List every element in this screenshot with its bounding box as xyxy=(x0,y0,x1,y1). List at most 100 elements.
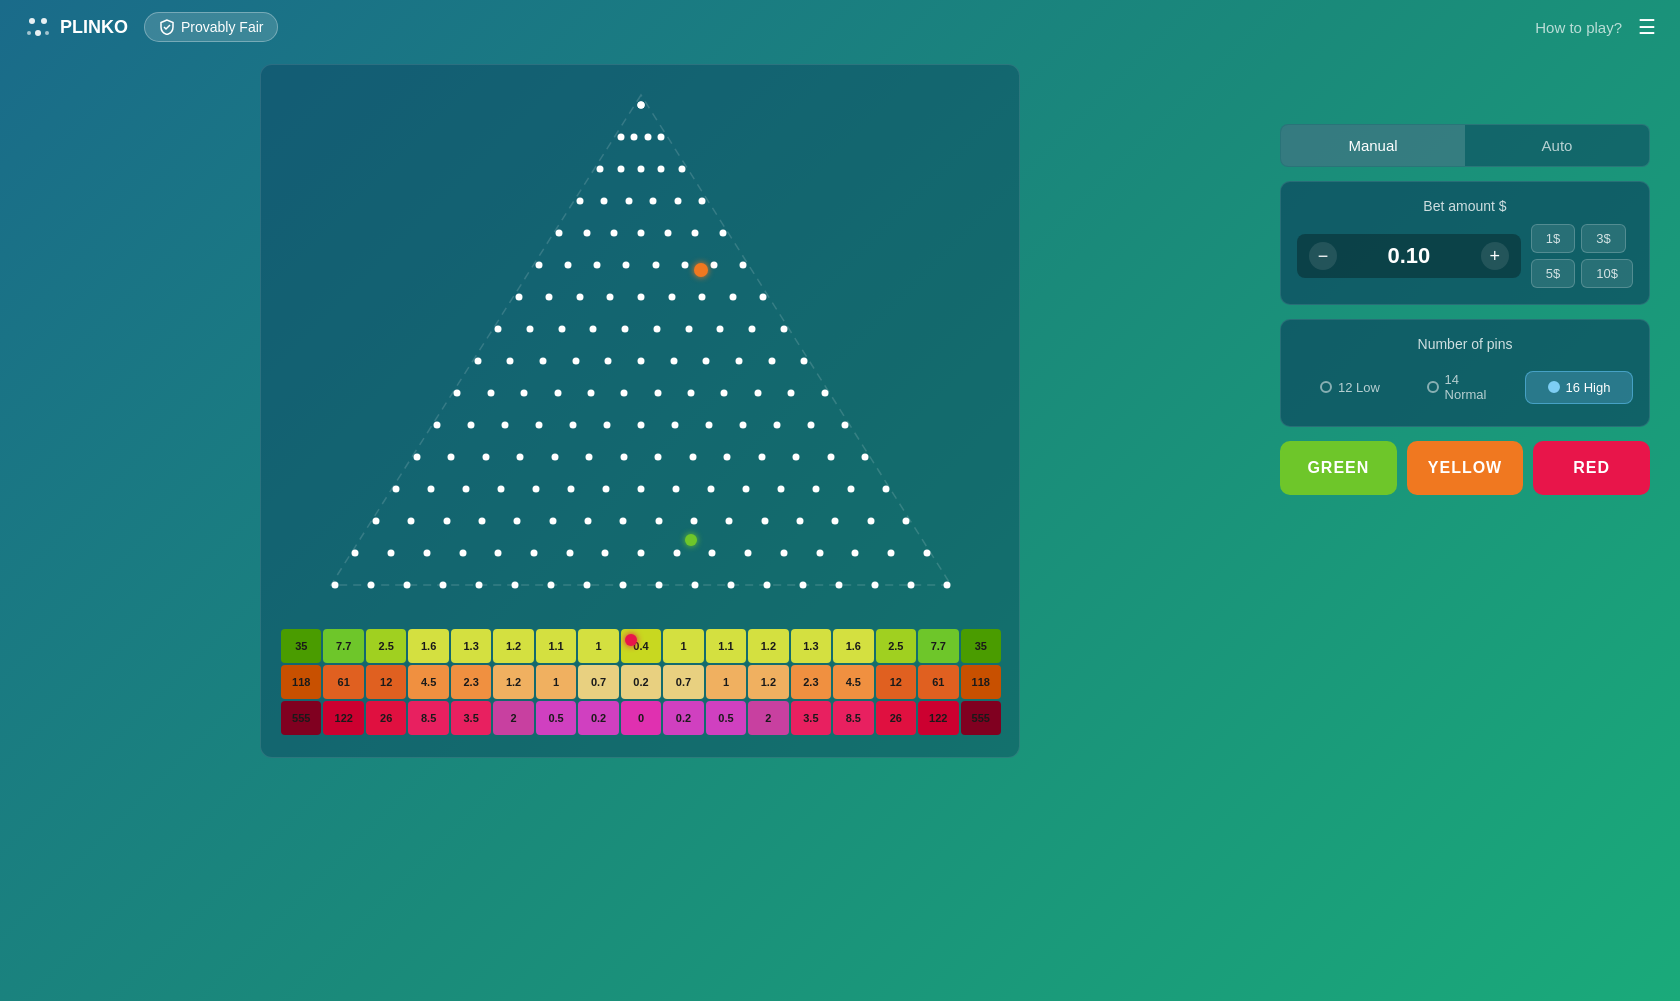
preset-5-button[interactable]: 5$ xyxy=(1531,259,1575,288)
red-score-cell[interactable]: 0 xyxy=(621,701,661,735)
how-to-play-link[interactable]: How to play? xyxy=(1535,19,1622,36)
tab-manual[interactable]: Manual xyxy=(1281,125,1465,166)
pin-dot xyxy=(623,262,630,269)
pin-dot xyxy=(388,550,395,557)
red-score-cell[interactable]: 555 xyxy=(961,701,1001,735)
logo-icon xyxy=(24,13,52,41)
pin-dot xyxy=(546,294,553,301)
yellow-score-cell[interactable]: 1 xyxy=(536,665,576,699)
green-score-cell[interactable]: 1 xyxy=(663,629,703,663)
pin-dot xyxy=(584,518,591,525)
pin-dot xyxy=(764,582,771,589)
yellow-score-cell[interactable]: 61 xyxy=(918,665,958,699)
green-score-cell[interactable]: 1 xyxy=(578,629,618,663)
pin-dot xyxy=(638,486,645,493)
pin-dot xyxy=(801,358,808,365)
pin-dot xyxy=(638,102,645,109)
yellow-score-cell[interactable]: 118 xyxy=(961,665,1001,699)
pin-dot xyxy=(719,230,726,237)
pin-dot xyxy=(572,358,579,365)
yellow-button[interactable]: YELLOW xyxy=(1407,441,1524,495)
pin-dot xyxy=(842,422,849,429)
red-score-cell[interactable]: 3.5 xyxy=(451,701,491,735)
red-score-cell[interactable]: 26 xyxy=(876,701,916,735)
preset-1-button[interactable]: 1$ xyxy=(1531,224,1575,253)
pin-dot xyxy=(454,390,461,397)
pin-dot xyxy=(556,230,563,237)
green-score-cell[interactable]: 1.3 xyxy=(791,629,831,663)
tab-auto[interactable]: Auto xyxy=(1465,125,1649,166)
green-score-cell[interactable]: 1.2 xyxy=(748,629,788,663)
red-score-cell[interactable]: 122 xyxy=(918,701,958,735)
yellow-score-cell[interactable]: 0.7 xyxy=(663,665,703,699)
pin-dot xyxy=(758,454,765,461)
green-score-cell[interactable]: 1.6 xyxy=(408,629,448,663)
yellow-score-cell[interactable]: 61 xyxy=(323,665,363,699)
red-score-cell[interactable]: 8.5 xyxy=(408,701,448,735)
red-score-cell[interactable]: 3.5 xyxy=(791,701,831,735)
pins-14-normal[interactable]: 14 Normal xyxy=(1411,364,1517,410)
red-score-cell[interactable]: 0.2 xyxy=(578,701,618,735)
pin-dot xyxy=(448,454,455,461)
pin-dot xyxy=(742,486,749,493)
green-score-cell[interactable]: 1.3 xyxy=(451,629,491,663)
pin-dot xyxy=(487,390,494,397)
pin-dot xyxy=(413,454,420,461)
pin-dot xyxy=(685,326,692,333)
green-score-cell[interactable]: 7.7 xyxy=(918,629,958,663)
pin-dot xyxy=(652,262,659,269)
red-score-cell[interactable]: 0.2 xyxy=(663,701,703,735)
menu-icon[interactable]: ☰ xyxy=(1638,15,1656,39)
green-score-cell[interactable]: 1.6 xyxy=(833,629,873,663)
pin-dot xyxy=(476,582,483,589)
pin-dot xyxy=(638,422,645,429)
yellow-score-cell[interactable]: 1.2 xyxy=(493,665,533,699)
green-score-cell[interactable]: 1.1 xyxy=(706,629,746,663)
red-button[interactable]: RED xyxy=(1533,441,1650,495)
pin-dot xyxy=(862,454,869,461)
preset-10-button[interactable]: 10$ xyxy=(1581,259,1633,288)
yellow-score-cell[interactable]: 2.3 xyxy=(791,665,831,699)
pins-16-high[interactable]: 16 High xyxy=(1525,371,1633,404)
yellow-score-cell[interactable]: 0.7 xyxy=(578,665,618,699)
header-right: How to play? ☰ xyxy=(1535,15,1656,39)
green-score-cell[interactable]: 2.5 xyxy=(366,629,406,663)
green-button[interactable]: GREEN xyxy=(1280,441,1397,495)
yellow-score-cell[interactable]: 2.3 xyxy=(451,665,491,699)
yellow-score-cell[interactable]: 4.5 xyxy=(833,665,873,699)
bet-increase-button[interactable]: + xyxy=(1481,242,1509,270)
yellow-score-cell[interactable]: 12 xyxy=(876,665,916,699)
plinko-ball xyxy=(625,634,637,646)
green-score-cell[interactable]: 35 xyxy=(961,629,1001,663)
red-score-cell[interactable]: 0.5 xyxy=(536,701,576,735)
green-score-cell[interactable]: 1.1 xyxy=(536,629,576,663)
red-score-cell[interactable]: 26 xyxy=(366,701,406,735)
red-score-cell[interactable]: 0.5 xyxy=(706,701,746,735)
red-score-cell[interactable]: 8.5 xyxy=(833,701,873,735)
yellow-score-cell[interactable]: 1 xyxy=(706,665,746,699)
pin-dot xyxy=(821,390,828,397)
pin-dot xyxy=(745,550,752,557)
yellow-score-cell[interactable]: 0.2 xyxy=(621,665,661,699)
yellow-score-cell[interactable]: 1.2 xyxy=(748,665,788,699)
red-score-cell[interactable]: 555 xyxy=(281,701,321,735)
yellow-score-cell[interactable]: 118 xyxy=(281,665,321,699)
green-score-cell[interactable]: 7.7 xyxy=(323,629,363,663)
red-score-cell[interactable]: 2 xyxy=(748,701,788,735)
preset-3-button[interactable]: 3$ xyxy=(1581,224,1625,253)
pin-dot xyxy=(549,518,556,525)
bet-value: 0.10 xyxy=(1345,243,1473,269)
plinko-ball xyxy=(694,263,708,277)
red-score-cell[interactable]: 2 xyxy=(493,701,533,735)
pins-12-low[interactable]: 12 Low xyxy=(1297,372,1403,403)
pin-dot xyxy=(512,582,519,589)
yellow-score-cell[interactable]: 4.5 xyxy=(408,665,448,699)
pin-dot xyxy=(827,454,834,461)
bet-decrease-button[interactable]: − xyxy=(1309,242,1337,270)
green-score-cell[interactable]: 1.2 xyxy=(493,629,533,663)
red-score-cell[interactable]: 122 xyxy=(323,701,363,735)
green-score-cell[interactable]: 2.5 xyxy=(876,629,916,663)
yellow-score-cell[interactable]: 12 xyxy=(366,665,406,699)
provably-fair-button[interactable]: Provably Fair xyxy=(144,12,278,42)
green-score-cell[interactable]: 35 xyxy=(281,629,321,663)
